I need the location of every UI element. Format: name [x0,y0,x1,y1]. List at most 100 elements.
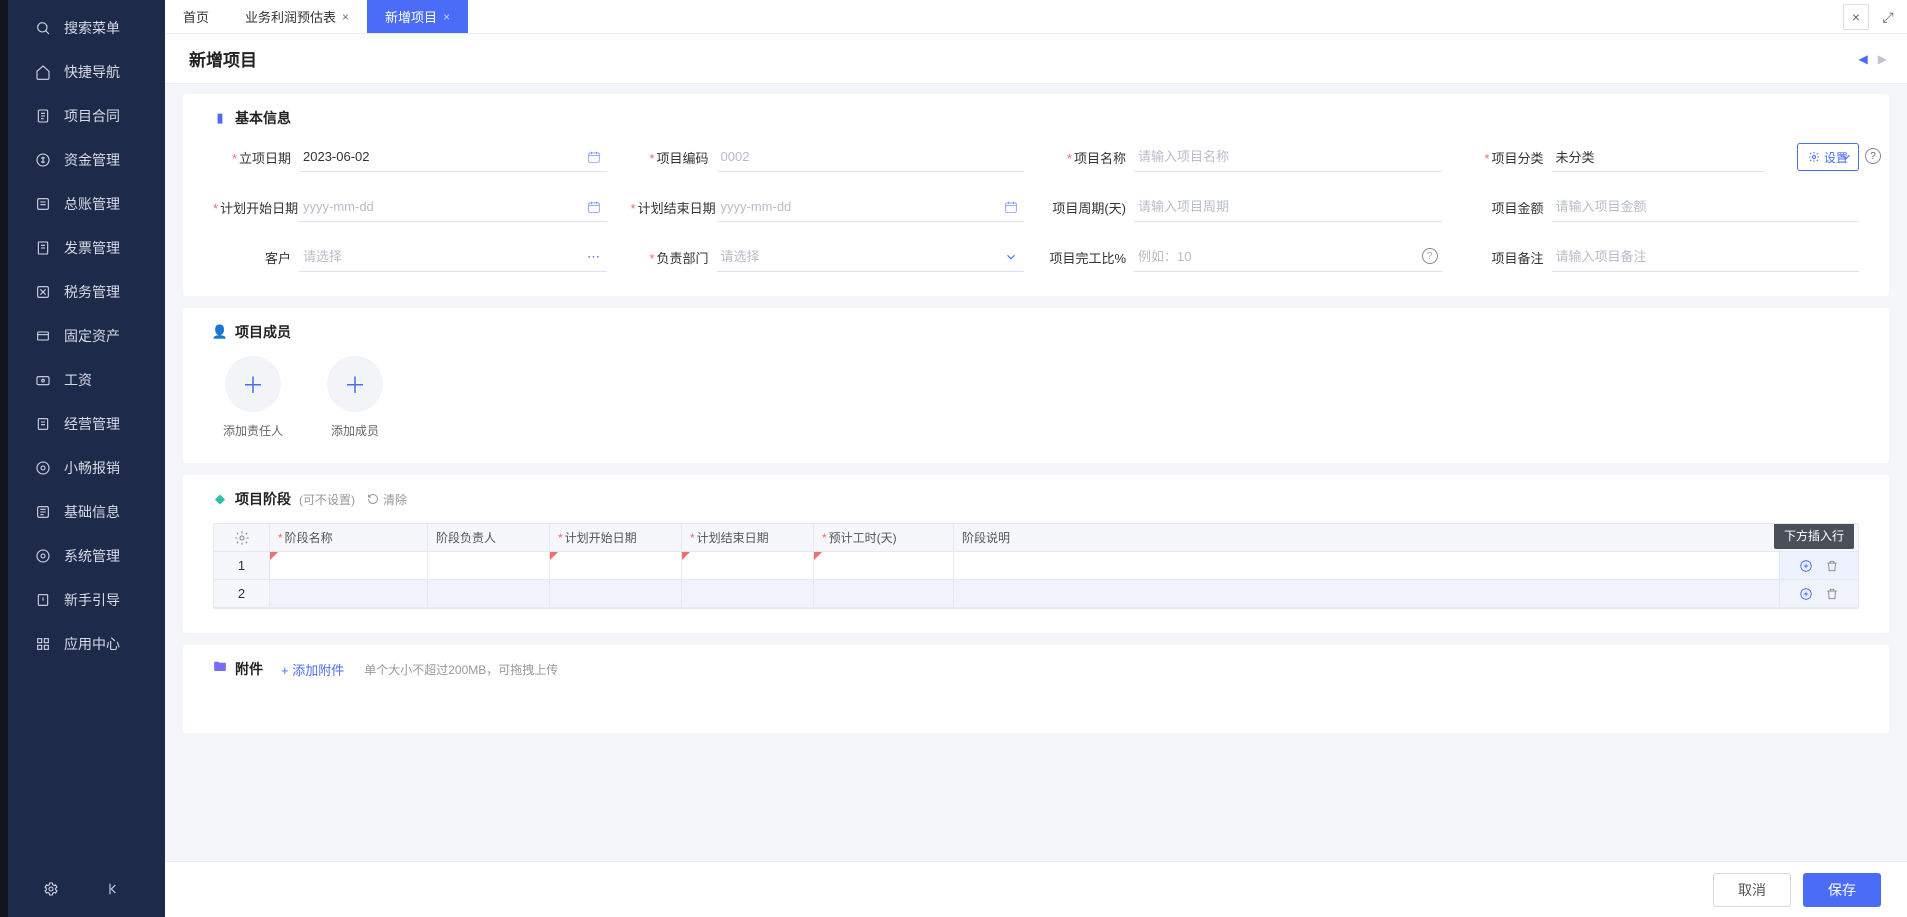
add-member-label: 添加成员 [331,422,379,439]
sidebar-item-search[interactable]: 搜索菜单 [0,6,165,50]
prev-icon[interactable]: ◀ [1859,52,1868,66]
sidebar-item-label: 新手引导 [64,590,120,610]
sidebar-item-label: 税务管理 [64,282,120,302]
tab-profit[interactable]: 业务利润预估表× [227,0,367,33]
biz-icon [34,415,52,433]
add-attachment-button[interactable]: + 添加附件 [281,660,344,679]
project-name-input[interactable] [1134,142,1442,172]
field-label: 项目周期(天) [1048,198,1134,217]
sidebar: 搜索菜单快捷导航项目合同资金管理总账管理发票管理税务管理固定资产工资经营管理小畅… [0,0,165,917]
cancel-button[interactable]: 取消 [1713,873,1791,907]
customer-select[interactable] [299,242,607,272]
insert-row-icon[interactable] [1797,557,1815,575]
info-icon [34,503,52,521]
field-label: 立项日期 [213,148,299,167]
calendar-icon[interactable] [585,198,603,216]
guide-icon [34,591,52,609]
close-panel-button[interactable]: × [1843,4,1869,30]
sidebar-item-label: 项目合同 [64,106,120,126]
sidebar-item-label: 资金管理 [64,150,120,170]
save-button[interactable]: 保存 [1803,873,1881,907]
remark-input[interactable] [1552,242,1860,272]
sidebar-item-invoice[interactable]: 发票管理 [0,226,165,270]
help-icon[interactable]: ? [1422,248,1438,264]
sidebar-item-label: 系统管理 [64,546,120,566]
sidebar-item-ledger[interactable]: 总账管理 [0,182,165,226]
plan-end-input[interactable] [717,192,1025,222]
calendar-icon[interactable] [585,148,603,166]
salary-icon [34,371,52,389]
sidebar-item-label: 小畅报销 [64,458,120,478]
duration-input[interactable] [1134,192,1442,222]
settings-icon[interactable] [41,879,61,899]
date-created-input[interactable] [299,142,607,172]
gear-icon[interactable] [234,530,250,546]
collapse-icon[interactable] [104,879,124,899]
sidebar-item-label: 搜索菜单 [64,18,120,38]
sidebar-item-info[interactable]: 基础信息 [0,490,165,534]
row-index: 2 [214,580,270,607]
chevron-down-icon[interactable] [1002,248,1020,266]
sidebar-item-label: 经营管理 [64,414,120,434]
table-row[interactable]: 1 [214,552,1858,580]
add-owner-label: 添加责任人 [223,422,283,439]
field-label: 项目分类 [1466,148,1552,167]
expand-icon[interactable]: ⤢ [1875,4,1901,30]
chevron-down-icon[interactable] [1837,148,1855,166]
tab-new-project[interactable]: 新增项目× [367,0,468,33]
search-icon [34,19,52,37]
project-code-input[interactable] [717,142,1025,172]
sidebar-item-salary[interactable]: 工资 [0,358,165,402]
table-row[interactable]: 2 [214,580,1858,608]
field-label: 客户 [213,248,299,267]
sidebar-item-tax[interactable]: 税务管理 [0,270,165,314]
sidebar-item-apps[interactable]: 应用中心 [0,622,165,666]
ledger-icon [34,195,52,213]
sidebar-item-wallet[interactable]: 资金管理 [0,138,165,182]
page-header: 新增项目 ◀ ▶ [165,34,1907,84]
sidebar-item-label: 基础信息 [64,502,120,522]
sidebar-item-guide[interactable]: 新手引导 [0,578,165,622]
more-icon[interactable]: ⋯ [585,248,603,266]
sidebar-item-label: 总账管理 [64,194,120,214]
section-title: 项目阶段 [235,489,291,509]
close-icon[interactable]: × [443,10,450,24]
delete-row-icon[interactable] [1823,557,1841,575]
next-icon[interactable]: ▶ [1878,52,1887,66]
sidebar-item-home[interactable]: 快捷导航 [0,50,165,94]
sidebar-item-biz[interactable]: 经营管理 [0,402,165,446]
reimburse-icon [34,459,52,477]
attachments-card: 🖿 附件 + 添加附件 单个大小不超过200MB，可拖拽上传 [183,645,1889,733]
sidebar-item-label: 快捷导航 [64,62,120,82]
section-note: (可不设置) [299,491,355,508]
phase-table: 阶段名称 阶段负责人 计划开始日期 计划结束日期 预计工时(天) 阶段说明 下方… [213,523,1859,609]
sidebar-item-system[interactable]: 系统管理 [0,534,165,578]
row-index: 1 [214,552,270,579]
dept-select[interactable] [717,242,1025,272]
asset-icon [34,327,52,345]
attachment-hint: 单个大小不超过200MB，可拖拽上传 [364,661,558,678]
basic-info-card: ▮ 基本信息 立项日期 项目编码 项目名称 [183,94,1889,296]
sidebar-item-label: 发票管理 [64,238,120,258]
tab-home[interactable]: 首页 [165,0,227,33]
sidebar-item-reimburse[interactable]: 小畅报销 [0,446,165,490]
close-icon[interactable]: × [342,10,349,24]
amount-input[interactable] [1552,192,1860,222]
sidebar-item-label: 应用中心 [64,634,120,654]
help-icon[interactable]: ? [1865,148,1881,164]
delete-row-icon[interactable] [1823,585,1841,603]
field-label: 项目完工比% [1048,248,1134,267]
clear-button[interactable]: 清除 [367,491,407,508]
add-member-button[interactable]: ＋ [327,356,383,412]
sidebar-item-doc[interactable]: 项目合同 [0,94,165,138]
tax-icon [34,283,52,301]
sidebar-item-asset[interactable]: 固定资产 [0,314,165,358]
section-title: 附件 [235,659,263,679]
add-owner-button[interactable]: ＋ [225,356,281,412]
project-category-select[interactable] [1552,142,1765,172]
phase-icon: ◆ [213,492,227,506]
plan-start-input[interactable] [299,192,607,222]
insert-row-icon[interactable] [1797,585,1815,603]
calendar-icon[interactable] [1002,198,1020,216]
progress-input[interactable] [1134,242,1442,272]
